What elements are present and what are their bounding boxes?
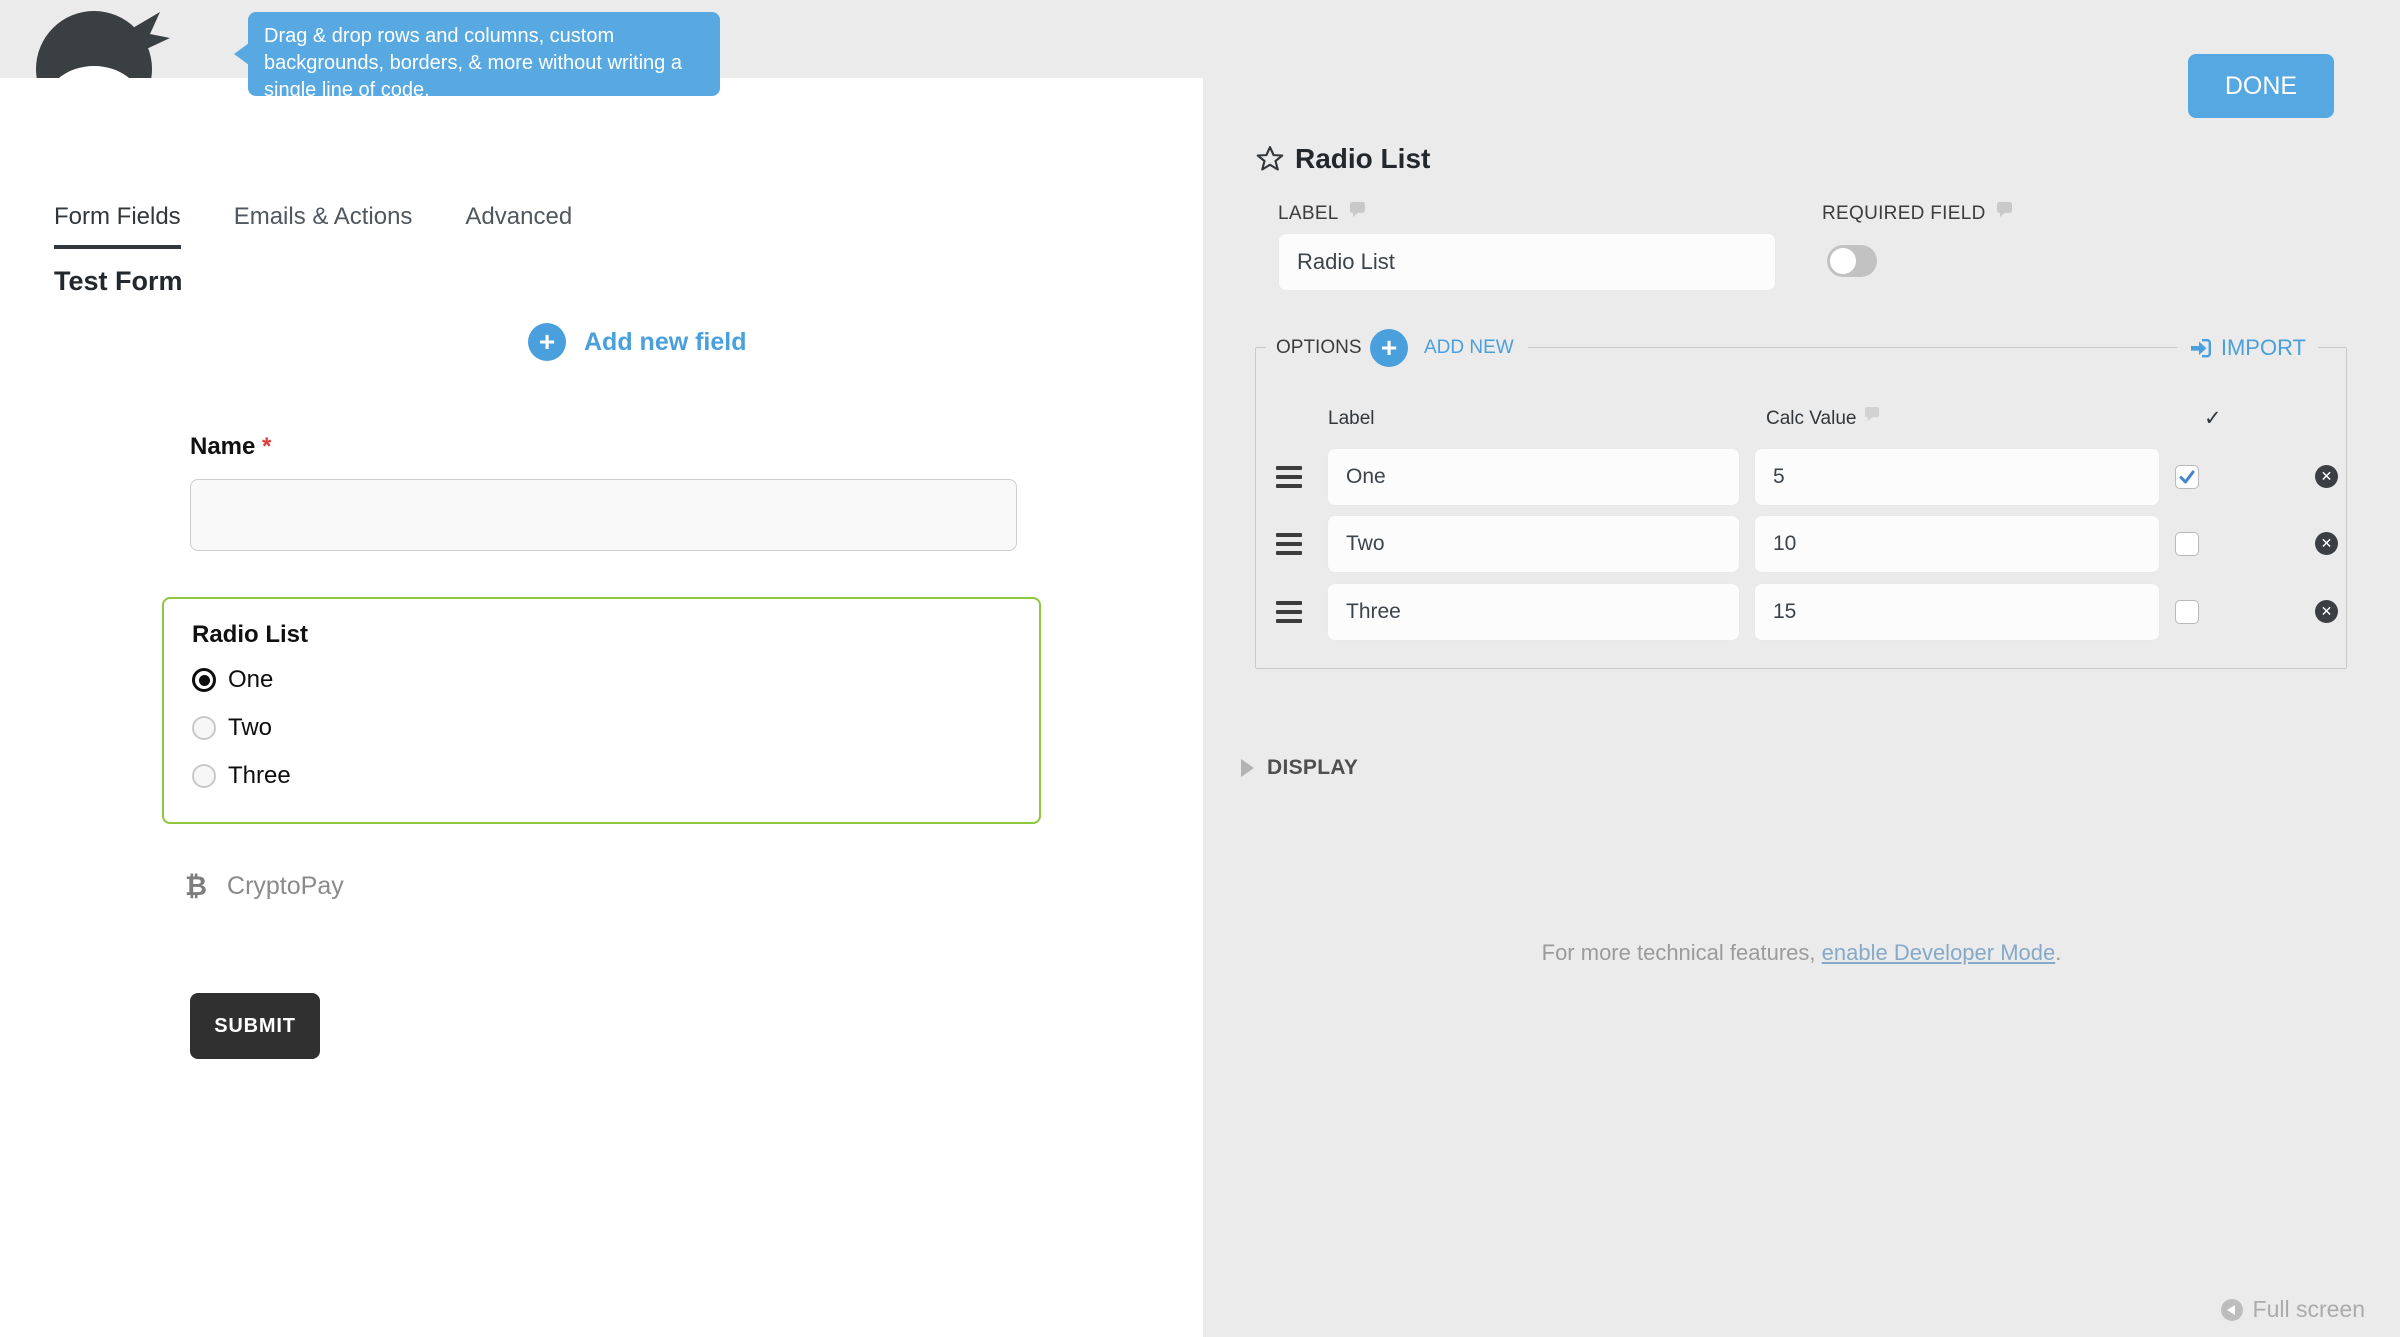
name-field-input[interactable] xyxy=(190,479,1017,551)
option-calc-input[interactable]: 5 xyxy=(1754,448,2160,506)
option-calc-input[interactable]: 15 xyxy=(1754,583,2160,641)
full-screen-button[interactable]: Full screen xyxy=(2220,1296,2365,1323)
import-icon xyxy=(2190,339,2211,358)
help-bubble-icon[interactable] xyxy=(1996,201,2013,218)
option-label-input[interactable]: Three xyxy=(1327,583,1740,641)
tab-advanced[interactable]: Advanced xyxy=(465,203,572,245)
radio-unselected-icon[interactable] xyxy=(192,764,216,788)
done-button[interactable]: DONE xyxy=(2188,54,2334,118)
form-title: Test Form xyxy=(54,266,183,296)
tooltip-text: Drag & drop rows and columns, custom bac… xyxy=(264,25,682,101)
submit-button[interactable]: SUBMIT xyxy=(190,993,320,1059)
drawer-title-text: Radio List xyxy=(1295,143,1431,174)
bitcoin-icon: ₿ xyxy=(185,871,208,901)
option-selected-checkbox-checked[interactable] xyxy=(2175,465,2199,489)
back-arrow-icon xyxy=(2220,1298,2243,1321)
add-new-field-label: Add new field xyxy=(584,327,747,356)
add-new-label: ADD NEW xyxy=(1424,337,1514,358)
display-section-toggle[interactable]: DISPLAY xyxy=(1241,756,1358,780)
tab-emails-actions[interactable]: Emails & Actions xyxy=(234,203,413,245)
cryptopay-label: CryptoPay xyxy=(227,872,344,900)
star-icon[interactable] xyxy=(1255,144,1285,174)
options-legend: OPTIONS xyxy=(1266,329,1372,367)
option-label-input[interactable]: One xyxy=(1327,448,1740,506)
chevron-right-icon xyxy=(1241,759,1254,777)
plus-icon: + xyxy=(528,323,566,361)
radio-option-two[interactable]: Two xyxy=(192,714,272,742)
column-header-label: Label xyxy=(1328,408,1375,429)
option-selected-checkbox[interactable] xyxy=(2175,600,2199,624)
options-section: OPTIONS + ADD NEW IMPORT Label Calc Valu… xyxy=(1255,329,2347,669)
label-setting-header: LABEL xyxy=(1278,201,1366,225)
ninja-forms-logo-icon[interactable] xyxy=(28,6,180,78)
display-section-label: DISPLAY xyxy=(1267,756,1359,779)
name-field-label: Name * xyxy=(190,433,272,460)
remove-option-icon[interactable]: ✕ xyxy=(2315,465,2338,488)
help-bubble-icon[interactable] xyxy=(1864,406,1880,422)
developer-mode-footer: For more technical features, enable Deve… xyxy=(1541,940,2062,965)
add-new-field-button[interactable]: + Add new field xyxy=(528,323,747,361)
toggle-knob xyxy=(1830,248,1856,274)
required-field-header: REQUIRED FIELD xyxy=(1822,201,2013,225)
form-canvas: Form Fields Emails & Actions Advanced Te… xyxy=(0,78,1203,1337)
label-setting-input[interactable]: Radio List xyxy=(1278,233,1776,291)
builder-tabs: Form Fields Emails & Actions Advanced xyxy=(54,203,572,249)
required-field-toggle-off[interactable] xyxy=(1827,245,1877,277)
import-button[interactable]: IMPORT xyxy=(2176,329,2318,367)
plus-icon: + xyxy=(1370,329,1408,367)
drag-handle-icon[interactable] xyxy=(1276,466,1302,488)
radio-option-three[interactable]: Three xyxy=(192,762,291,790)
option-label-input[interactable]: Two xyxy=(1327,515,1740,573)
import-label: IMPORT xyxy=(2220,335,2306,360)
drag-drop-tooltip: Drag & drop rows and columns, custom bac… xyxy=(234,12,720,101)
remove-option-icon[interactable]: ✕ xyxy=(2315,600,2338,623)
radio-list-field-label: Radio List xyxy=(192,621,309,648)
field-settings-drawer: DONE Radio List LABEL Radio List REQUIRE… xyxy=(1203,0,2400,1337)
remove-option-icon[interactable]: ✕ xyxy=(2315,532,2338,555)
cryptopay-field[interactable]: ₿ CryptoPay xyxy=(185,871,344,902)
radio-list-field-selected[interactable]: Radio List One Two Three xyxy=(162,597,1041,824)
drag-handle-icon[interactable] xyxy=(1276,533,1302,555)
radio-option-one[interactable]: One xyxy=(192,666,273,694)
option-calc-input[interactable]: 10 xyxy=(1754,515,2160,573)
radio-unselected-icon[interactable] xyxy=(192,716,216,740)
drawer-title: Radio List xyxy=(1255,143,1430,175)
option-selected-checkbox[interactable] xyxy=(2175,532,2199,556)
tooltip-arrow-left xyxy=(234,43,249,65)
required-asterisk: * xyxy=(262,433,272,460)
radio-selected-icon[interactable] xyxy=(192,668,216,692)
enable-developer-mode-link[interactable]: enable Developer Mode xyxy=(1822,940,2056,965)
add-new-option-button[interactable]: + ADD NEW xyxy=(1368,329,1528,367)
column-header-calc-value: Calc Value xyxy=(1766,406,1880,430)
drag-handle-icon[interactable] xyxy=(1276,601,1302,623)
help-bubble-icon[interactable] xyxy=(1349,201,1366,218)
full-screen-label: Full screen xyxy=(2252,1296,2365,1322)
ninja-forms-builder: Drag & drop rows and columns, custom bac… xyxy=(0,0,2400,1337)
tab-form-fields[interactable]: Form Fields xyxy=(54,203,181,249)
column-header-selected: ✓ xyxy=(2204,407,2222,430)
